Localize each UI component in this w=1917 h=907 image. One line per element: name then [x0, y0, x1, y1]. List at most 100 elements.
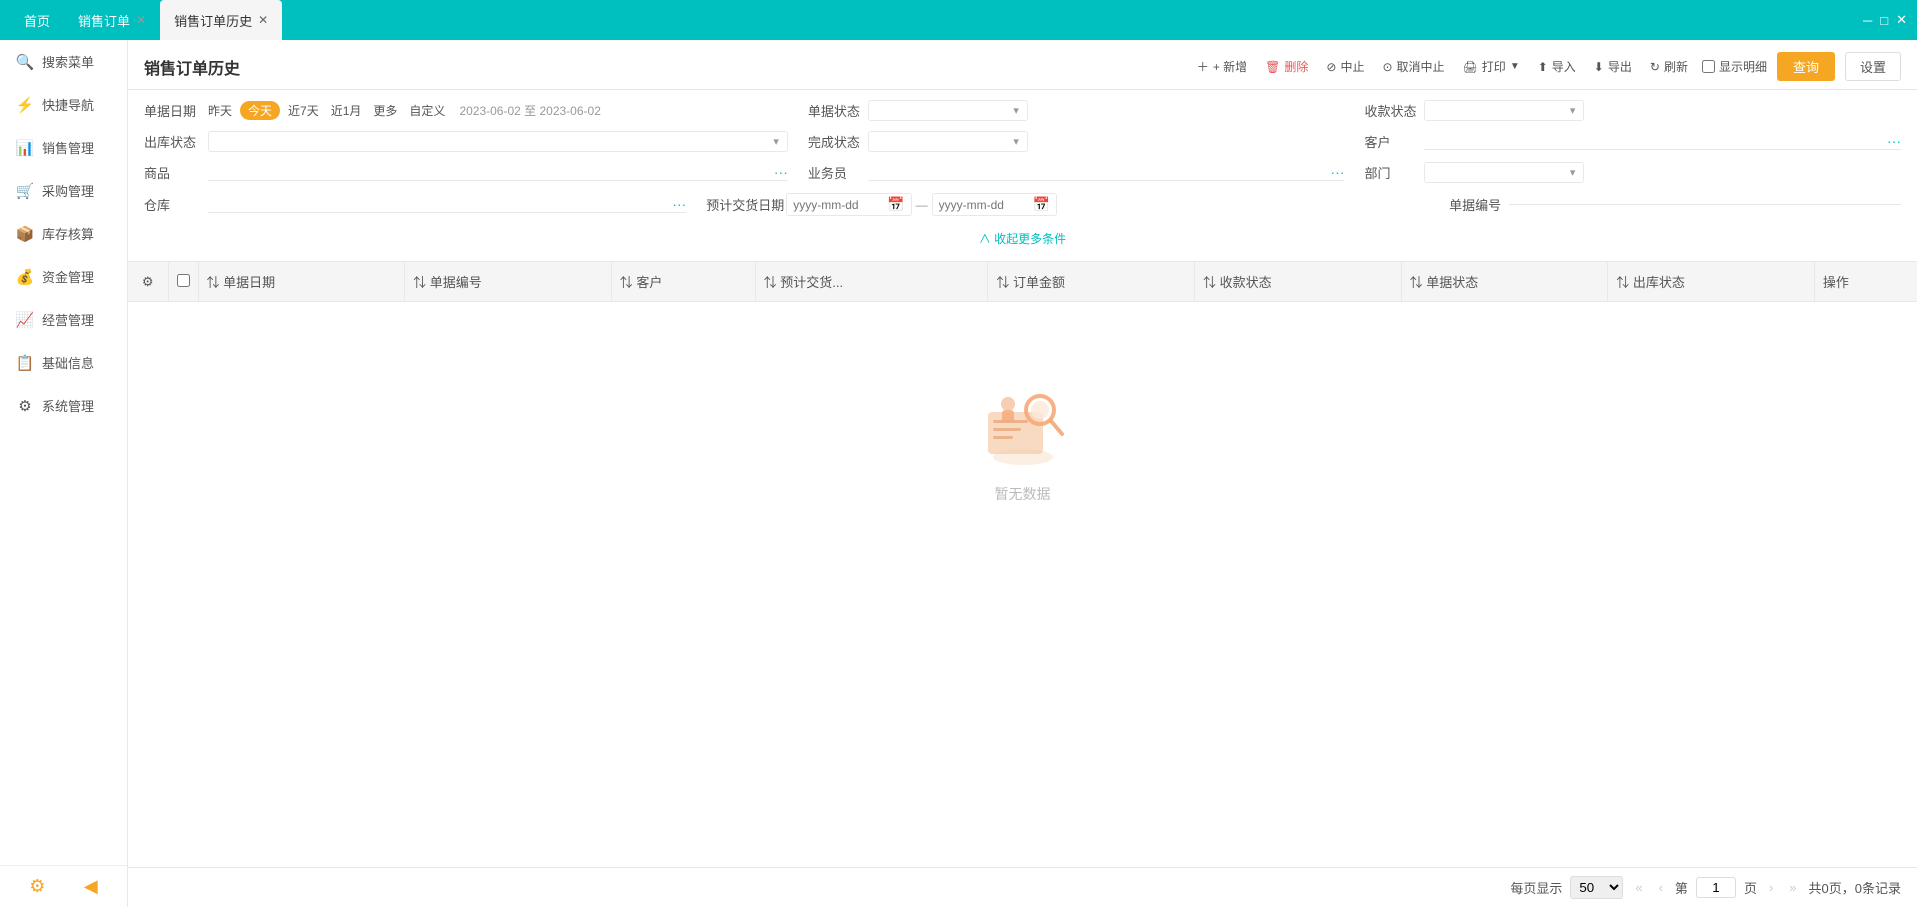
select-all-checkbox[interactable] [177, 274, 190, 287]
filter-salesperson: 业务员 ··· [808, 163, 1345, 182]
date-tag-more[interactable]: 更多 [369, 101, 401, 120]
warehouse-dots-icon[interactable]: ··· [672, 196, 686, 212]
display-detail-checkbox-wrap[interactable]: 显示明细 [1702, 58, 1767, 75]
customer-dots-icon[interactable]: ··· [1887, 133, 1901, 149]
filter-row-1: 单据日期 昨天 今天 近7天 近1月 更多 自定义 2023-06-02 至 2… [144, 100, 1901, 121]
th-settings[interactable]: ⚙ [128, 262, 168, 302]
th-date: ⇅ 单据日期 [198, 262, 405, 302]
sidebar-label-quicknav: 快捷导航 [42, 95, 94, 114]
delete-label: 删除 [1284, 58, 1308, 75]
sales-icon: 📊 [16, 139, 34, 157]
collapse-bar[interactable]: ∧ 收起更多条件 [144, 226, 1901, 251]
out-status-select[interactable]: ▾ [208, 131, 788, 152]
complete-status-select[interactable]: ▾ [868, 131, 1028, 152]
collapse-label: ∧ 收起更多条件 [979, 232, 1066, 246]
page-header: 销售订单历史 ＋ + 新增 🗑 删除 ⊘ 中止 ⊙ 取消中止 [128, 40, 1917, 90]
sidebar-item-quicknav[interactable]: ⚡ 快捷导航 [0, 83, 127, 126]
tab-sales-order[interactable]: 销售订单 ✕ [64, 0, 160, 40]
sidebar-bottom: ⚙ ◀ [0, 865, 127, 907]
th-delivery: ⇅ 预计交货... [755, 262, 988, 302]
date-tag-today[interactable]: 今天 [240, 101, 280, 120]
complete-status-label: 完成状态 [808, 132, 868, 151]
sidebar-collapse-icon[interactable]: ◀ [84, 876, 98, 897]
new-btn[interactable]: ＋ + 新增 [1193, 56, 1251, 77]
filter-complete-status: 完成状态 ▾ [808, 131, 1345, 152]
sidebar-item-basic[interactable]: 📋 基础信息 [0, 341, 127, 384]
sidebar: 🔍 搜索菜单 ⚡ 快捷导航 📊 销售管理 🛒 采购管理 📦 库存核算 💰 资金管… [0, 40, 128, 907]
minimize-btn[interactable]: ─ [1863, 13, 1872, 28]
th-doc-status: ⇅ 单据状态 [1401, 262, 1608, 302]
status-select[interactable]: ▾ [868, 100, 1028, 121]
sidebar-item-finance[interactable]: 💰 资金管理 [0, 255, 127, 298]
calendar-from-icon[interactable]: 📅 [887, 196, 904, 213]
refresh-btn[interactable]: ↻ 刷新 [1646, 56, 1692, 77]
tab-sales-order-history[interactable]: 销售订单历史 ✕ [160, 0, 282, 40]
display-detail-checkbox[interactable] [1702, 60, 1715, 73]
calendar-to-icon[interactable]: 📅 [1033, 196, 1050, 213]
print-chevron: ▼ [1510, 61, 1520, 72]
delivery-date-from-input[interactable] [793, 198, 883, 212]
sidebar-item-search[interactable]: 🔍 搜索菜单 [0, 40, 127, 83]
query-btn[interactable]: 查询 [1777, 52, 1835, 81]
department-select[interactable]: ▾ [1424, 162, 1584, 183]
stop-btn[interactable]: ⊘ 中止 [1322, 56, 1368, 77]
settings-icon: ⚙ [142, 274, 154, 289]
status-label: 单据状态 [808, 101, 868, 120]
out-status-chevron-icon: ▾ [773, 135, 779, 148]
delete-btn[interactable]: 🗑 删除 [1261, 56, 1312, 77]
page-label: 第 [1675, 878, 1688, 897]
sidebar-item-system[interactable]: ⚙ 系统管理 [0, 384, 127, 427]
th-check[interactable] [168, 262, 198, 302]
department-chevron-icon: ▾ [1570, 166, 1576, 179]
close-btn[interactable]: ✕ [1896, 12, 1907, 28]
empty-text: 暂无数据 [995, 484, 1051, 504]
date-range-display: 2023-06-02 至 2023-06-02 [459, 102, 600, 119]
page-size-select[interactable]: 50 10 20 100 [1570, 876, 1623, 899]
date-tag-1month[interactable]: 近1月 [327, 101, 366, 120]
import-btn[interactable]: ⬆ 导入 [1534, 56, 1580, 77]
product-dots-icon[interactable]: ··· [774, 164, 788, 180]
filter-out-status: 出库状态 ▾ [144, 131, 788, 152]
new-icon: ＋ [1197, 58, 1209, 75]
empty-svg [968, 382, 1078, 472]
sidebar-item-operations[interactable]: 📈 经营管理 [0, 298, 127, 341]
th-delivery-label: ⇅ 预计交货... [764, 275, 843, 290]
date-tag-7days[interactable]: 近7天 [284, 101, 323, 120]
date-dash: — [912, 198, 932, 212]
order-no-label: 单据编号 [1449, 195, 1509, 214]
status-chevron-icon: ▾ [1013, 104, 1019, 117]
receipt-status-select[interactable]: ▾ [1424, 100, 1584, 121]
settings-btn[interactable]: 设置 [1845, 52, 1901, 81]
sidebar-label-inventory: 库存核算 [42, 224, 94, 243]
export-btn[interactable]: ⬇ 导出 [1590, 56, 1636, 77]
search-menu-icon: 🔍 [16, 53, 34, 71]
salesperson-dots-icon[interactable]: ··· [1330, 164, 1344, 180]
date-tag-custom[interactable]: 自定义 [405, 101, 449, 120]
delivery-date-to-input[interactable] [939, 198, 1029, 212]
page-number-input[interactable] [1696, 877, 1736, 898]
maximize-btn[interactable]: □ [1880, 13, 1888, 28]
sidebar-settings-icon[interactable]: ⚙ [29, 876, 45, 897]
sidebar-item-inventory[interactable]: 📦 库存核算 [0, 212, 127, 255]
sidebar-item-sales[interactable]: 📊 销售管理 [0, 126, 127, 169]
receipt-status-label: 收款状态 [1364, 101, 1424, 120]
tab-sales-order-close[interactable]: ✕ [136, 13, 146, 27]
print-btn[interactable]: 🖨 打印 ▼ [1459, 56, 1524, 77]
system-icon: ⚙ [16, 397, 34, 415]
th-customer-label: ⇅ 客户 [620, 275, 663, 290]
first-page-btn[interactable]: « [1631, 878, 1646, 897]
filter-row-2: 出库状态 ▾ 完成状态 ▾ 客户 [144, 131, 1901, 152]
cancel-stop-btn[interactable]: ⊙ 取消中止 [1378, 56, 1448, 77]
import-icon: ⬆ [1538, 60, 1548, 74]
date-tag-yesterday[interactable]: 昨天 [204, 101, 236, 120]
th-date-label: ⇅ 单据日期 [207, 275, 276, 290]
cancel-stop-label: 取消中止 [1397, 58, 1445, 75]
tab-sales-order-history-close[interactable]: ✕ [258, 13, 268, 27]
filter-date: 单据日期 昨天 今天 近7天 近1月 更多 自定义 2023-06-02 至 2… [144, 101, 788, 120]
tab-home[interactable]: 首页 [10, 0, 64, 40]
next-page-btn[interactable]: › [1765, 878, 1777, 897]
customer-label: 客户 [1364, 132, 1424, 151]
last-page-btn[interactable]: » [1785, 878, 1800, 897]
sidebar-item-purchase[interactable]: 🛒 采购管理 [0, 169, 127, 212]
prev-page-btn[interactable]: ‹ [1655, 878, 1667, 897]
